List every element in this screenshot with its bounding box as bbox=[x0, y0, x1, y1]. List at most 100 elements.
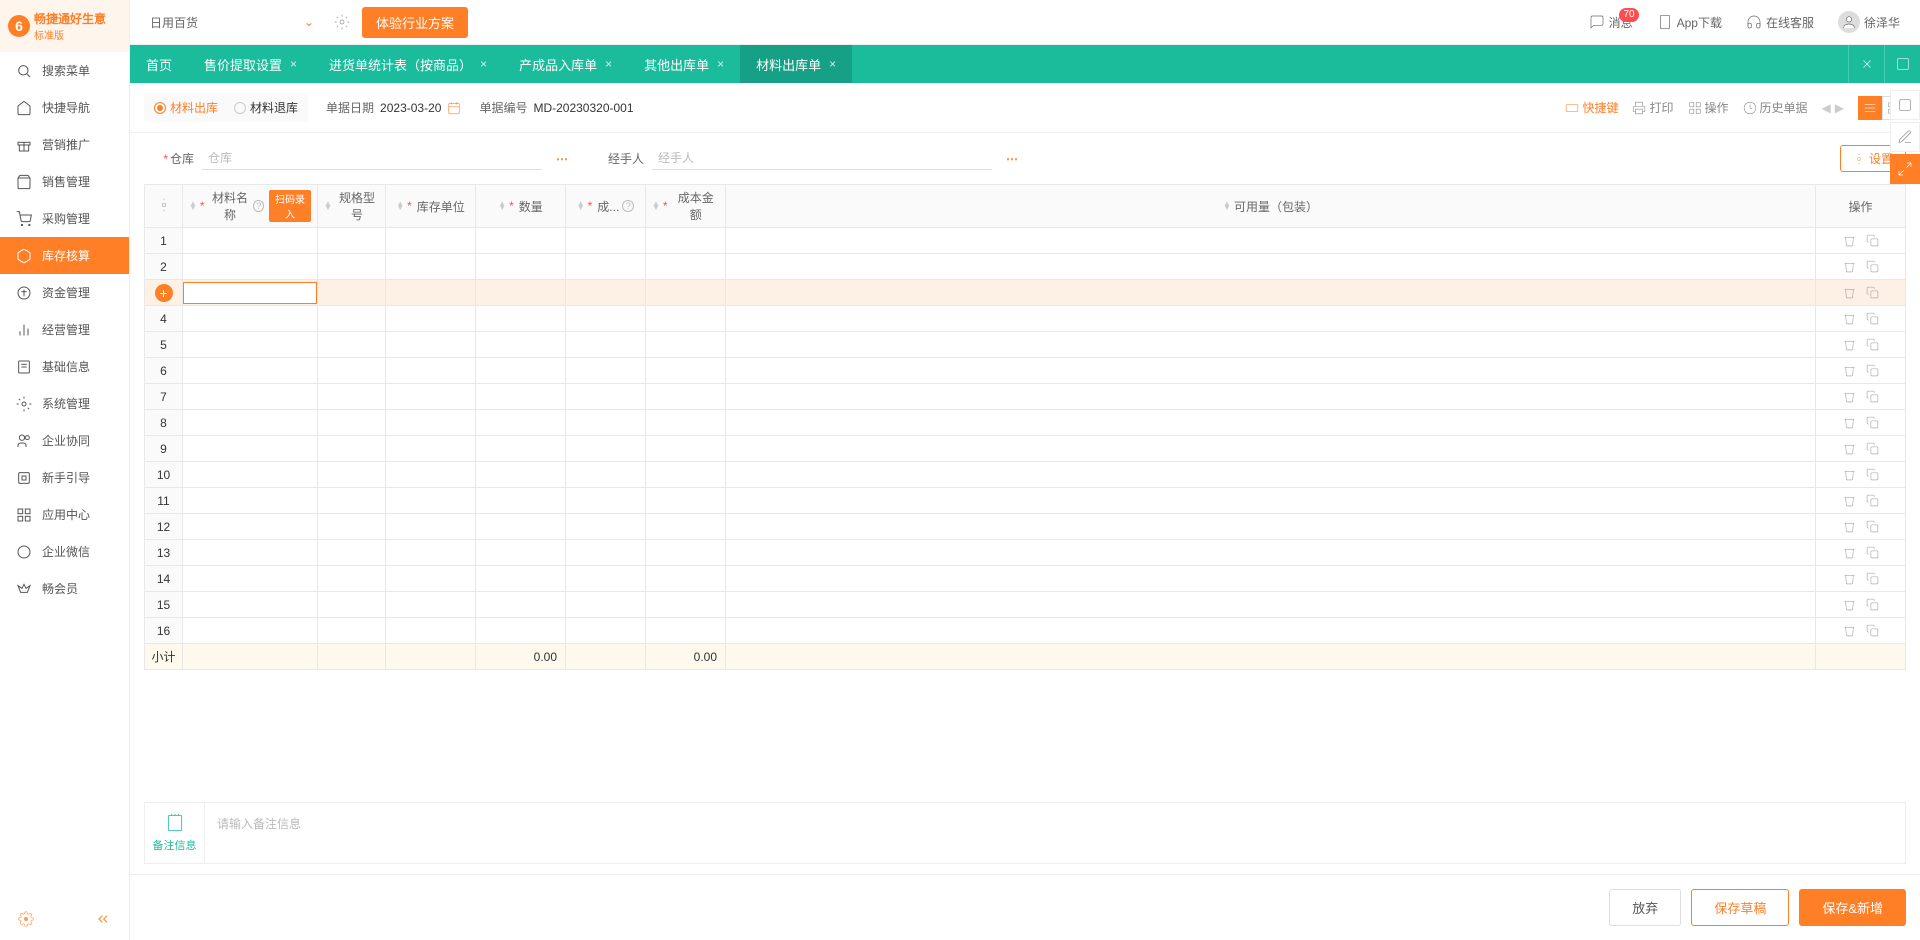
chart-icon bbox=[16, 322, 32, 338]
radio-material-out[interactable]: 材料出库 bbox=[154, 99, 218, 116]
handler-lookup-button[interactable]: ⋯ bbox=[1000, 152, 1024, 166]
coin-icon bbox=[16, 285, 32, 301]
sidebar-item[interactable]: 新手引导 bbox=[0, 459, 129, 496]
scan-tag[interactable]: 扫码录入 bbox=[269, 190, 311, 222]
user-menu[interactable]: 徐泽华 bbox=[1830, 11, 1908, 33]
table-row[interactable]: 15 bbox=[145, 592, 1906, 618]
tab-close-icon[interactable]: × bbox=[605, 57, 612, 71]
cart-icon bbox=[16, 211, 32, 227]
tab[interactable]: 材料出库单× bbox=[740, 45, 852, 83]
sidebar: 6 畅捷通好生意 标准版 搜索菜单快捷导航营销推广销售管理采购管理库存核算资金管… bbox=[0, 0, 130, 940]
remark-input[interactable] bbox=[205, 803, 1905, 863]
table-row[interactable]: 16 bbox=[145, 618, 1906, 644]
handler-label: 经手人 bbox=[594, 150, 644, 167]
table-row[interactable]: 6 bbox=[145, 358, 1906, 384]
sidebar-item[interactable]: 畅会员 bbox=[0, 570, 129, 607]
warehouse-label: *仓库 bbox=[144, 150, 194, 167]
table-gear-icon[interactable] bbox=[157, 201, 171, 215]
material-name-input[interactable] bbox=[183, 282, 317, 304]
tab[interactable]: 首页 bbox=[130, 45, 188, 83]
org-dropdown[interactable]: 日用百货 ⌄ bbox=[142, 10, 322, 35]
chevron-down-icon: ⌄ bbox=[304, 15, 314, 29]
prev-doc-button[interactable]: ◀ bbox=[1822, 101, 1831, 115]
industry-plan-button[interactable]: 体验行业方案 bbox=[362, 7, 468, 38]
table-row[interactable]: 11 bbox=[145, 488, 1906, 514]
radio-material-return[interactable]: 材料退库 bbox=[234, 99, 298, 116]
view-list-button[interactable] bbox=[1858, 96, 1882, 120]
tab-close-all-button[interactable] bbox=[1848, 45, 1884, 83]
table-row[interactable]: 8 bbox=[145, 410, 1906, 436]
sidebar-item[interactable]: 资金管理 bbox=[0, 274, 129, 311]
sidebar-item[interactable]: 企业微信 bbox=[0, 533, 129, 570]
warehouse-input[interactable] bbox=[202, 147, 542, 170]
table-row[interactable]: 10 bbox=[145, 462, 1906, 488]
table-row[interactable]: 2 bbox=[145, 254, 1906, 280]
org-settings-button[interactable] bbox=[330, 10, 354, 34]
table-row[interactable]: 14 bbox=[145, 566, 1906, 592]
table-row[interactable]: 4 bbox=[145, 306, 1906, 332]
save-draft-button[interactable]: 保存草稿 bbox=[1691, 889, 1789, 926]
home-icon bbox=[16, 100, 32, 116]
row-ops bbox=[1816, 624, 1905, 637]
collapse-icon[interactable] bbox=[95, 911, 111, 930]
sidebar-item[interactable]: 销售管理 bbox=[0, 163, 129, 200]
support-button[interactable]: 在线客服 bbox=[1738, 14, 1822, 31]
right-rail bbox=[1890, 90, 1920, 184]
tab-expand-button[interactable] bbox=[1884, 45, 1920, 83]
sidebar-item[interactable]: 库存核算 bbox=[0, 237, 129, 274]
discard-button[interactable]: 放弃 bbox=[1609, 889, 1681, 926]
save-new-button[interactable]: 保存&新增 bbox=[1799, 889, 1906, 926]
doc-date-field[interactable]: 单据日期 2023-03-20 bbox=[326, 99, 461, 116]
tab[interactable]: 产成品入库单× bbox=[503, 45, 628, 83]
table-row[interactable]: 1 bbox=[145, 228, 1906, 254]
search-icon bbox=[16, 63, 32, 79]
row-ops bbox=[1816, 468, 1905, 481]
tab-close-icon[interactable]: × bbox=[717, 57, 724, 71]
row-ops bbox=[1816, 260, 1905, 273]
sidebar-item[interactable]: 经营管理 bbox=[0, 311, 129, 348]
brand-title: 畅捷通好生意 bbox=[34, 10, 106, 27]
row-ops bbox=[1816, 494, 1905, 507]
tab-close-icon[interactable]: × bbox=[829, 57, 836, 71]
sidebar-item[interactable]: 快捷导航 bbox=[0, 89, 129, 126]
sidebar-item[interactable]: 应用中心 bbox=[0, 496, 129, 533]
add-row-button[interactable]: + bbox=[155, 284, 173, 302]
help-icon[interactable]: ? bbox=[622, 200, 634, 212]
table-row[interactable]: 9 bbox=[145, 436, 1906, 462]
tab[interactable]: 进货单统计表（按商品）× bbox=[313, 45, 503, 83]
messages-button[interactable]: 消息 70 bbox=[1581, 14, 1641, 31]
tab[interactable]: 其他出库单× bbox=[628, 45, 740, 83]
table-row[interactable]: 12 bbox=[145, 514, 1906, 540]
settings-icon[interactable] bbox=[18, 911, 34, 930]
row-ops bbox=[1816, 416, 1905, 429]
rail-expand-button[interactable] bbox=[1890, 154, 1920, 184]
history-button[interactable]: 历史单据 bbox=[1743, 99, 1808, 116]
footer-actions: 放弃 保存草稿 保存&新增 bbox=[130, 874, 1920, 940]
table-row[interactable]: 7 bbox=[145, 384, 1906, 410]
print-button[interactable]: 打印 bbox=[1632, 99, 1673, 116]
table-row[interactable]: 5 bbox=[145, 332, 1906, 358]
shortcut-button[interactable]: 快捷键 bbox=[1565, 99, 1618, 116]
tab-close-icon[interactable]: × bbox=[290, 57, 297, 71]
table-row[interactable]: 13 bbox=[145, 540, 1906, 566]
help-icon[interactable]: ? bbox=[253, 200, 264, 212]
operations-button[interactable]: 操作 bbox=[1688, 99, 1729, 116]
table-row[interactable]: + bbox=[145, 280, 1906, 306]
app-download-button[interactable]: App下载 bbox=[1649, 14, 1730, 31]
rail-note-button[interactable] bbox=[1890, 90, 1920, 120]
handler-input[interactable] bbox=[652, 147, 992, 170]
gear-icon bbox=[16, 396, 32, 412]
sidebar-item[interactable]: 采购管理 bbox=[0, 200, 129, 237]
tab[interactable]: 售价提取设置× bbox=[188, 45, 313, 83]
rail-edit-button[interactable] bbox=[1890, 122, 1920, 152]
sidebar-item[interactable]: 基础信息 bbox=[0, 348, 129, 385]
app-icon bbox=[16, 507, 32, 523]
sidebar-item[interactable]: 系统管理 bbox=[0, 385, 129, 422]
next-doc-button[interactable]: ▶ bbox=[1835, 101, 1844, 115]
sidebar-item[interactable]: 企业协同 bbox=[0, 422, 129, 459]
username-label: 徐泽华 bbox=[1864, 14, 1900, 31]
tab-close-icon[interactable]: × bbox=[480, 57, 487, 71]
warehouse-lookup-button[interactable]: ⋯ bbox=[550, 152, 574, 166]
sidebar-item[interactable]: 搜索菜单 bbox=[0, 52, 129, 89]
sidebar-item[interactable]: 营销推广 bbox=[0, 126, 129, 163]
